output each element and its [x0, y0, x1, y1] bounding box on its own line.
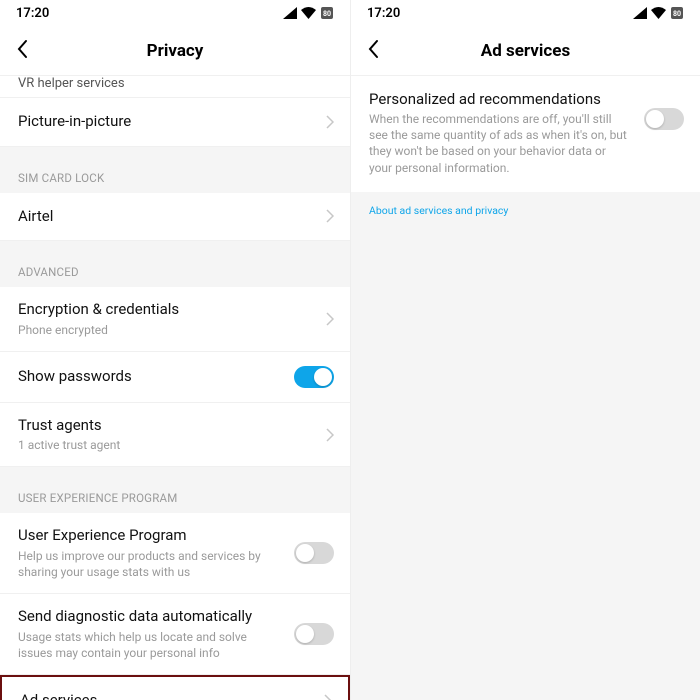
row-user-experience-program[interactable]: User Experience Program Help us improve … [0, 513, 350, 594]
chevron-left-icon [16, 39, 28, 59]
row-sub: Phone encrypted [18, 322, 316, 338]
chevron-right-icon [326, 312, 334, 326]
ad-services-screen: 17:20 80 Ad services Personalized ad rec… [350, 0, 700, 700]
toggle-show-passwords[interactable] [294, 366, 334, 388]
section-advanced: ADVANCED [0, 249, 350, 287]
section-sim-card-lock: SIM CARD LOCK [0, 155, 350, 193]
battery-icon: 80 [320, 6, 334, 20]
row-show-passwords[interactable]: Show passwords [0, 352, 350, 403]
toggle-diagnostic[interactable] [294, 623, 334, 645]
row-label: Show passwords [18, 367, 284, 387]
status-time: 17:20 [367, 6, 400, 21]
status-bar: 17:20 80 [351, 0, 700, 26]
row-label: Airtel [18, 207, 316, 227]
row-sub: Usage stats which help us locate and sol… [18, 629, 284, 661]
row-label: Picture-in-picture [18, 112, 316, 132]
page-title: Privacy [147, 41, 204, 61]
row-ad-services[interactable]: Ad services [0, 675, 350, 700]
section-user-experience: USER EXPERIENCE PROGRAM [0, 475, 350, 513]
status-icons: 80 [633, 6, 684, 20]
privacy-screen: 17:20 80 Privacy VR helper services Pict… [0, 0, 350, 700]
row-encryption[interactable]: Encryption & credentials Phone encrypted [0, 287, 350, 352]
signal-icon [283, 7, 297, 19]
row-personalized-ads[interactable]: Personalized ad recommendations When the… [351, 76, 700, 192]
row-sub: 1 active trust agent [18, 437, 316, 453]
header: Privacy [0, 26, 350, 76]
row-label: Ad services [20, 691, 314, 700]
row-send-diagnostic[interactable]: Send diagnostic data automatically Usage… [0, 594, 350, 675]
page-title: Ad services [481, 41, 570, 61]
settings-list[interactable]: VR helper services Picture-in-picture SI… [0, 76, 350, 700]
back-button[interactable] [361, 33, 385, 69]
cutoff-row[interactable]: VR helper services [0, 76, 350, 98]
row-picture-in-picture[interactable]: Picture-in-picture [0, 98, 350, 147]
status-time: 17:20 [16, 6, 49, 21]
wifi-icon [301, 7, 316, 19]
row-label: Trust agents [18, 416, 316, 436]
row-trust-agents[interactable]: Trust agents 1 active trust agent [0, 403, 350, 468]
chevron-right-icon [326, 209, 334, 223]
link-about-ads-privacy[interactable]: About ad services and privacy [351, 192, 700, 229]
svg-text:80: 80 [323, 10, 331, 18]
signal-icon [633, 7, 647, 19]
back-button[interactable] [10, 33, 34, 69]
header: Ad services [351, 26, 700, 76]
ad-services-content: Personalized ad recommendations When the… [351, 76, 700, 700]
row-label: User Experience Program [18, 526, 284, 546]
wifi-icon [651, 7, 666, 19]
row-sub: When the recommendations are off, you'll… [369, 111, 632, 176]
chevron-right-icon [326, 428, 334, 442]
status-icons: 80 [283, 6, 334, 20]
toggle-personalized-ads[interactable] [644, 108, 684, 130]
empty-area [351, 229, 700, 700]
row-label: Send diagnostic data automatically [18, 607, 284, 627]
battery-icon: 80 [670, 6, 684, 20]
toggle-uep[interactable] [294, 542, 334, 564]
svg-text:80: 80 [673, 10, 681, 18]
row-airtel[interactable]: Airtel [0, 193, 350, 242]
cutoff-label: VR helper services [18, 76, 332, 91]
status-bar: 17:20 80 [0, 0, 350, 26]
row-label: Encryption & credentials [18, 300, 316, 320]
chevron-right-icon [326, 115, 334, 129]
chevron-right-icon [324, 694, 332, 700]
row-label: Personalized ad recommendations [369, 90, 632, 108]
row-sub: Help us improve our products and service… [18, 548, 284, 580]
chevron-left-icon [367, 39, 379, 59]
